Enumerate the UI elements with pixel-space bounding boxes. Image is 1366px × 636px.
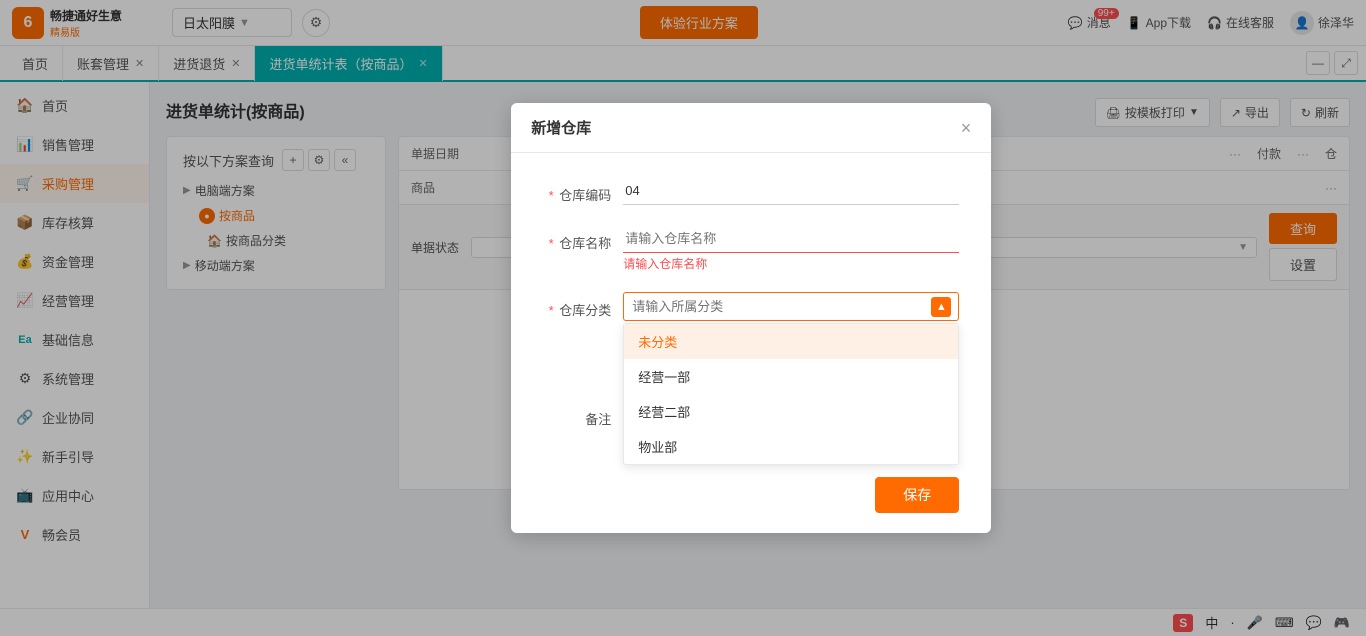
save-button[interactable]: 保存 bbox=[875, 477, 959, 513]
name-label: * 仓库名称 bbox=[543, 225, 623, 252]
modal-header: 新增仓库 × bbox=[511, 103, 991, 153]
dropdown-item-uncategorized[interactable]: 未分类 bbox=[624, 324, 958, 359]
modal-body: * 仓库编码 * 仓库名称 请输入仓库名称 * 仓库分类 bbox=[511, 153, 991, 465]
category-input-wrap: ▲ bbox=[623, 292, 959, 321]
category-dropdown: 未分类 经营一部 经营二部 物业部 bbox=[623, 323, 959, 465]
new-warehouse-modal: 新增仓库 × * 仓库编码 * 仓库名称 请输入仓库名称 bbox=[511, 103, 991, 533]
code-control bbox=[623, 177, 959, 205]
name-control: 请输入仓库名称 bbox=[623, 225, 959, 272]
category-input[interactable] bbox=[623, 292, 959, 321]
code-input[interactable] bbox=[623, 177, 959, 205]
form-row-category: * 仓库分类 ▲ 未分类 经营一部 经营二部 物业部 bbox=[543, 292, 959, 321]
dropdown-item-dept1[interactable]: 经营一部 bbox=[624, 359, 958, 394]
note-label: 备注 bbox=[543, 401, 623, 428]
modal-footer: 保存 bbox=[511, 465, 991, 533]
form-row-name: * 仓库名称 请输入仓库名称 bbox=[543, 225, 959, 272]
modal-close-button[interactable]: × bbox=[961, 119, 972, 137]
name-error-message: 请输入仓库名称 bbox=[623, 255, 959, 272]
dropdown-item-dept2[interactable]: 经营二部 bbox=[624, 394, 958, 429]
form-row-code: * 仓库编码 bbox=[543, 177, 959, 205]
category-label: * 仓库分类 bbox=[543, 292, 623, 319]
category-toggle-button[interactable]: ▲ bbox=[931, 297, 951, 317]
code-label: * 仓库编码 bbox=[543, 177, 623, 204]
modal-title: 新增仓库 bbox=[531, 117, 591, 138]
category-control: ▲ 未分类 经营一部 经营二部 物业部 bbox=[623, 292, 959, 321]
name-input[interactable] bbox=[623, 225, 959, 253]
dropdown-item-property[interactable]: 物业部 bbox=[624, 429, 958, 464]
